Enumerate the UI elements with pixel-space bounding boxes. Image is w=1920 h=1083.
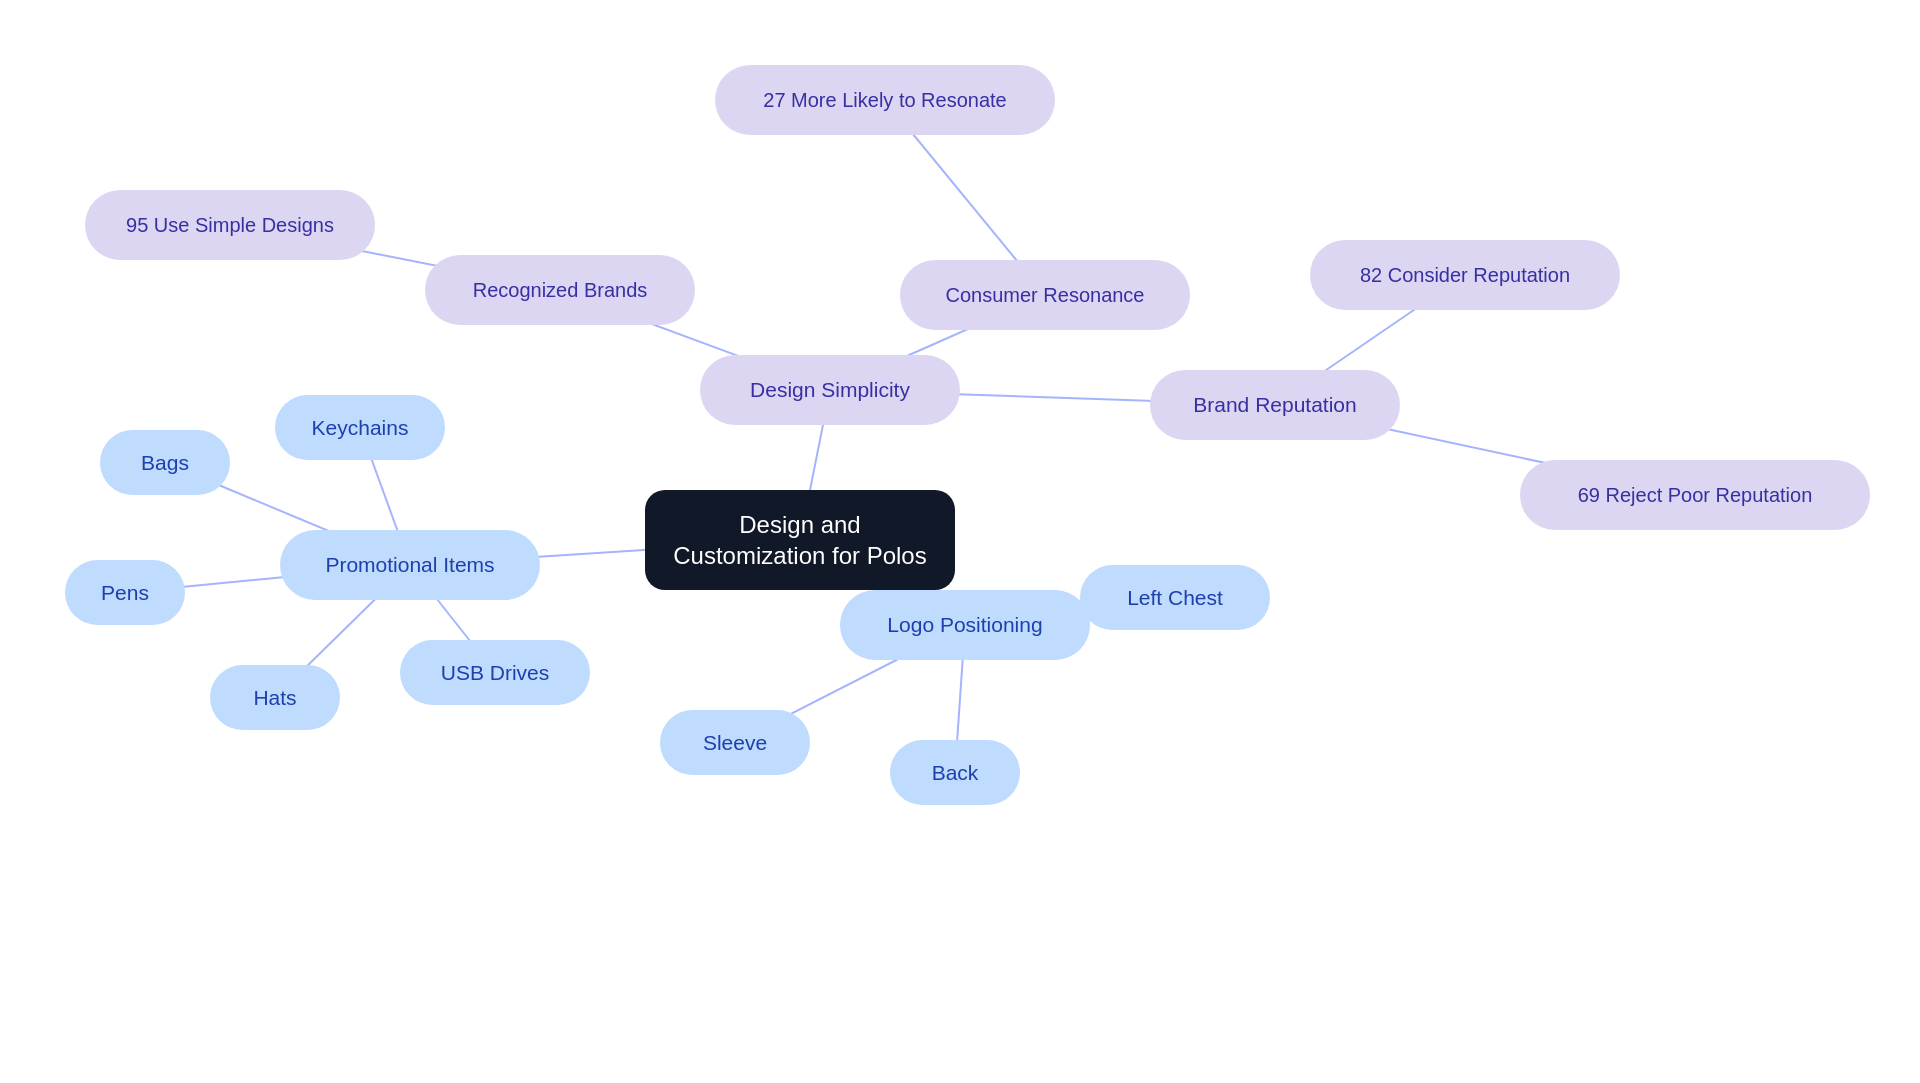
node-95-simple[interactable]: 95 Use Simple Designs [85,190,375,260]
node-back[interactable]: Back [890,740,1020,805]
node-69-reject[interactable]: 69 Reject Poor Reputation [1520,460,1870,530]
center-node[interactable]: Design and Customization for Polos [645,490,955,590]
node-design-simplicity[interactable]: Design Simplicity [700,355,960,425]
node-hats[interactable]: Hats [210,665,340,730]
node-left-chest[interactable]: Left Chest [1080,565,1270,630]
node-sleeve[interactable]: Sleeve [660,710,810,775]
node-bags[interactable]: Bags [100,430,230,495]
node-logo-positioning[interactable]: Logo Positioning [840,590,1090,660]
node-keychains[interactable]: Keychains [275,395,445,460]
node-27-resonate[interactable]: 27 More Likely to Resonate [715,65,1055,135]
node-brand-reputation[interactable]: Brand Reputation [1150,370,1400,440]
mindmap-container: Design and Customization for Polos Design… [0,0,1920,1083]
node-82-consider[interactable]: 82 Consider Reputation [1310,240,1620,310]
node-usb-drives[interactable]: USB Drives [400,640,590,705]
node-recognized-brands[interactable]: Recognized Brands [425,255,695,325]
node-consumer-resonance[interactable]: Consumer Resonance [900,260,1190,330]
node-promotional-items[interactable]: Promotional Items [280,530,540,600]
node-pens[interactable]: Pens [65,560,185,625]
